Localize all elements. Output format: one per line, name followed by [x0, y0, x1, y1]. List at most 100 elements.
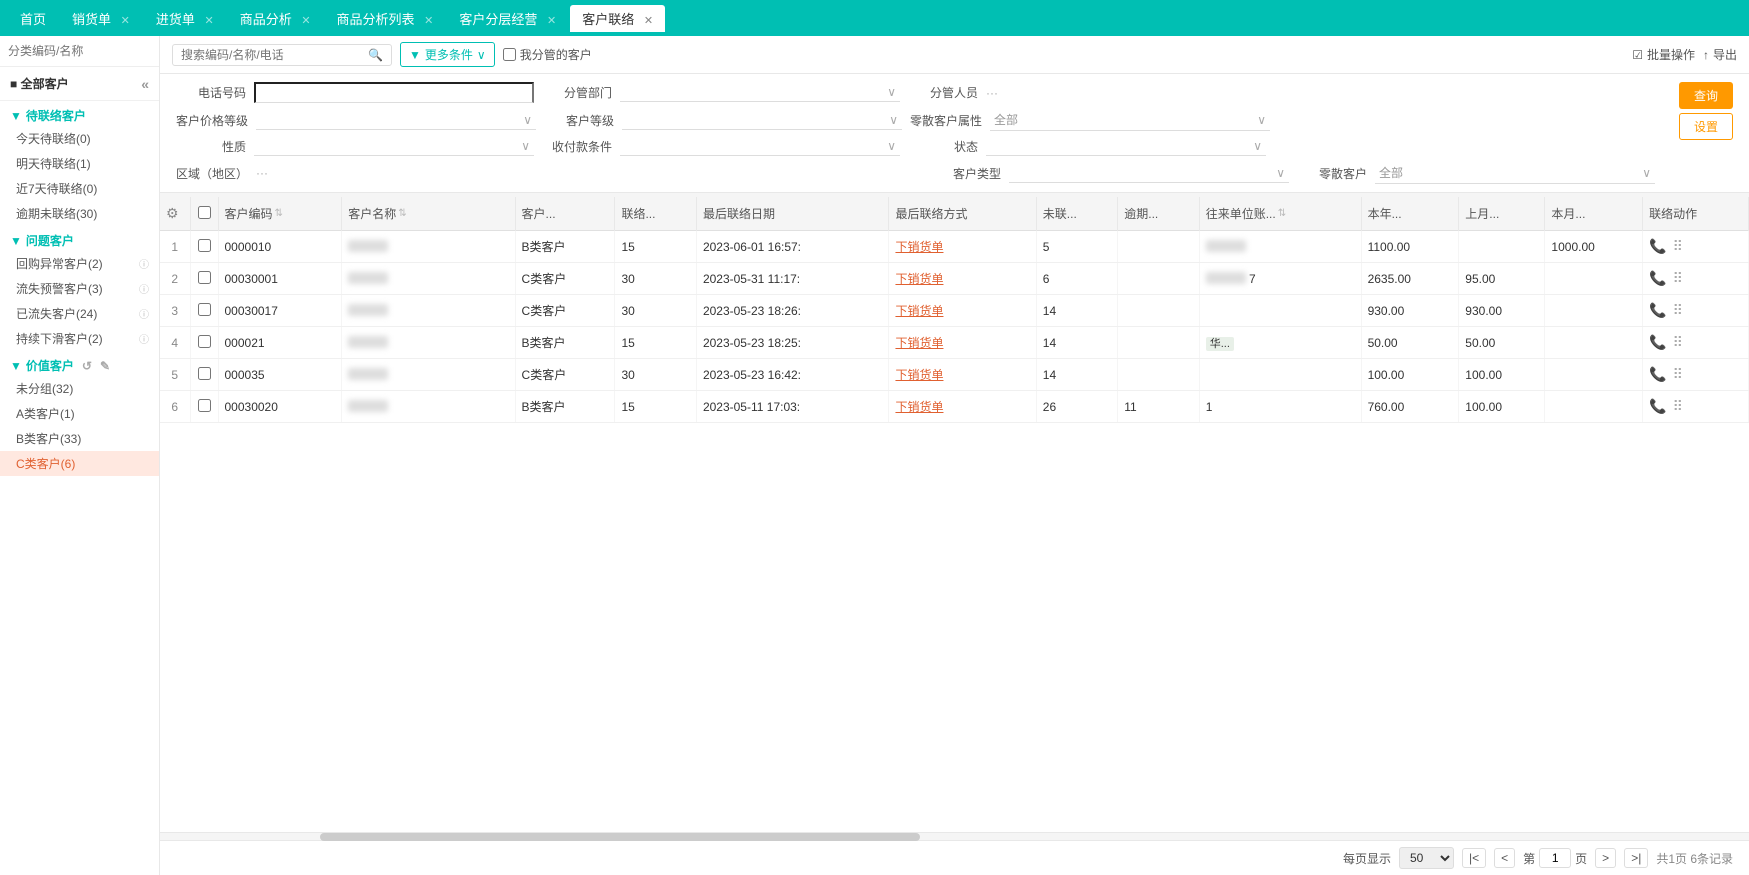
link-sales-5[interactable]: 下销货单	[895, 368, 943, 382]
more-filters-btn[interactable]: ▼ 更多条件 ∨	[400, 42, 495, 67]
next-page-btn[interactable]: >	[1595, 848, 1616, 868]
filter-status-select[interactable]: ∨	[986, 137, 1266, 156]
main-search-icon[interactable]: 🔍	[368, 48, 383, 62]
all-customers-label: ■ 全部客户	[10, 75, 69, 92]
main-search-box[interactable]: 🔍	[172, 44, 392, 66]
action-phone-3[interactable]: 📞	[1649, 302, 1666, 319]
sidebar-search-input[interactable]	[8, 44, 160, 58]
sidebar-overdue-contact[interactable]: 逾期未联络(30)	[0, 201, 159, 226]
filter-price-grade-select[interactable]: ∨	[256, 111, 536, 130]
nav-home[interactable]: 首页	[8, 5, 58, 32]
filter-region-ellipsis[interactable]: ···	[256, 166, 923, 180]
action-more-3[interactable]: ⠿	[1673, 302, 1683, 319]
main-search-input[interactable]	[181, 48, 368, 62]
row-checkbox-1[interactable]	[190, 231, 218, 263]
link-sales-4[interactable]: 下销货单	[895, 336, 943, 350]
sidebar-week-contact[interactable]: 近7天待联络(0)	[0, 176, 159, 201]
row-checkbox-2[interactable]	[190, 263, 218, 295]
section-problem-customers: ▼ 问题客户	[0, 226, 159, 251]
link-sales-6[interactable]: 下销货单	[895, 400, 943, 414]
page-size-select[interactable]: 50 100 200	[1399, 847, 1454, 869]
row-checkbox-3[interactable]	[190, 295, 218, 327]
filter-payment-select[interactable]: ∨	[620, 137, 900, 156]
sort-name-icon[interactable]: ⇅	[398, 208, 406, 219]
sidebar-unclassified[interactable]: 未分组(32)	[0, 376, 159, 401]
nature-caret: ∨	[521, 139, 530, 153]
collapse-icon[interactable]: «	[141, 76, 149, 92]
sidebar-declining[interactable]: 持续下滑客户(2)ⓘ	[0, 326, 159, 351]
action-phone-1[interactable]: 📞	[1649, 238, 1666, 255]
row-name-4	[342, 327, 515, 359]
scroll-thumb[interactable]	[320, 833, 920, 841]
action-phone-6[interactable]: 📞	[1649, 398, 1666, 415]
nav-product-analysis-close[interactable]: ✕	[301, 15, 310, 27]
action-more-4[interactable]: ⠿	[1673, 334, 1683, 351]
filter-dept-select[interactable]: ∨	[620, 83, 900, 102]
sidebar-class-b[interactable]: B类客户(33)	[0, 426, 159, 451]
action-phone-4[interactable]: 📞	[1649, 334, 1666, 351]
info-icon2: ⓘ	[139, 281, 149, 296]
sidebar-abnormal-repurchase[interactable]: 回购异常客户(2)ⓘ	[0, 251, 159, 276]
sort-code-icon[interactable]: ⇅	[275, 208, 283, 219]
filter-retail-attr-select[interactable]: 全部∨	[990, 109, 1270, 131]
refresh-icon[interactable]: ↺	[82, 359, 92, 373]
filter-cust-type-select[interactable]: ∨	[1009, 164, 1289, 183]
settings-button[interactable]: 设置	[1679, 113, 1733, 140]
filter-cust-grade-select[interactable]: ∨	[622, 111, 902, 130]
filter-nature-select[interactable]: ∨	[254, 137, 534, 156]
gear-icon[interactable]: ⚙	[166, 205, 179, 221]
sidebar-tomorrow-contact[interactable]: 明天待联络(1)	[0, 151, 159, 176]
nav-customer-contact-close[interactable]: ✕	[644, 15, 653, 27]
link-sales-1[interactable]: 下销货单	[895, 240, 943, 254]
nav-sales[interactable]: 销货单 ✕	[60, 5, 142, 32]
sidebar-churned[interactable]: 已流失客户(24)ⓘ	[0, 301, 159, 326]
nav-customer-tier-close[interactable]: ✕	[547, 15, 556, 27]
nav-product-analysis[interactable]: 商品分析 ✕	[228, 5, 323, 32]
nav-purchase[interactable]: 进货单 ✕	[144, 5, 226, 32]
row-contact-days-5: 30	[615, 359, 696, 391]
link-sales-3[interactable]: 下销货单	[895, 304, 943, 318]
action-more-6[interactable]: ⠿	[1673, 398, 1683, 415]
nav-sales-close[interactable]: ✕	[121, 15, 130, 27]
nav-purchase-close[interactable]: ✕	[204, 15, 213, 27]
action-more-5[interactable]: ⠿	[1673, 366, 1683, 383]
sidebar-today-contact[interactable]: 今天待联络(0)	[0, 126, 159, 151]
select-all-checkbox[interactable]	[198, 206, 211, 219]
query-button[interactable]: 查询	[1679, 82, 1733, 109]
sidebar-class-a[interactable]: A类客户(1)	[0, 401, 159, 426]
filter-manager-ellipsis[interactable]: ···	[986, 86, 998, 100]
horizontal-scrollbar[interactable]	[160, 832, 1749, 840]
section-label: 待联络客户	[26, 107, 86, 124]
status-caret: ∨	[1253, 139, 1262, 153]
action-phone-5[interactable]: 📞	[1649, 366, 1666, 383]
sidebar-class-c[interactable]: C类客户(6)	[0, 451, 159, 476]
sidebar-all-customers[interactable]: ■ 全部客户 «	[0, 67, 159, 101]
my-customers-checkbox[interactable]	[503, 48, 516, 61]
nav-customer-tier[interactable]: 客户分层经营 ✕	[447, 5, 568, 32]
row-checkbox-6[interactable]	[190, 391, 218, 423]
sidebar-churn-warning[interactable]: 流失预警客户(3)ⓘ	[0, 276, 159, 301]
row-checkbox-4[interactable]	[190, 327, 218, 359]
filter-phone-input[interactable]	[254, 82, 534, 103]
action-more-2[interactable]: ⠿	[1673, 270, 1683, 287]
export-btn[interactable]: ↑ 导出	[1703, 46, 1737, 63]
batch-operations-btn[interactable]: ☑ 批量操作	[1632, 46, 1695, 63]
row-checkbox-5[interactable]	[190, 359, 218, 391]
action-phone-2[interactable]: 📞	[1649, 270, 1666, 287]
first-page-btn[interactable]: |<	[1462, 848, 1486, 868]
nav-product-list-close[interactable]: ✕	[424, 15, 433, 27]
my-customers-checkbox-label[interactable]: 我分管的客户	[503, 46, 592, 63]
edit-icon[interactable]: ✎	[100, 359, 110, 373]
filter-retail-select[interactable]: 全部∨	[1375, 162, 1655, 184]
row-uncontacted-1: 5	[1036, 231, 1117, 263]
action-more-1[interactable]: ⠿	[1673, 238, 1683, 255]
link-sales-2[interactable]: 下销货单	[895, 272, 943, 286]
sort-account-icon[interactable]: ⇅	[1278, 208, 1286, 219]
prev-page-btn[interactable]: <	[1494, 848, 1515, 868]
sidebar-search-box[interactable]: 🔍	[0, 36, 159, 67]
nav-customer-contact[interactable]: 客户联络 ✕	[570, 5, 665, 32]
page-number-input[interactable]	[1539, 848, 1571, 868]
last-page-btn[interactable]: >|	[1624, 848, 1648, 868]
row-year-2: 2635.00	[1361, 263, 1459, 295]
nav-product-list[interactable]: 商品分析列表 ✕	[325, 5, 446, 32]
